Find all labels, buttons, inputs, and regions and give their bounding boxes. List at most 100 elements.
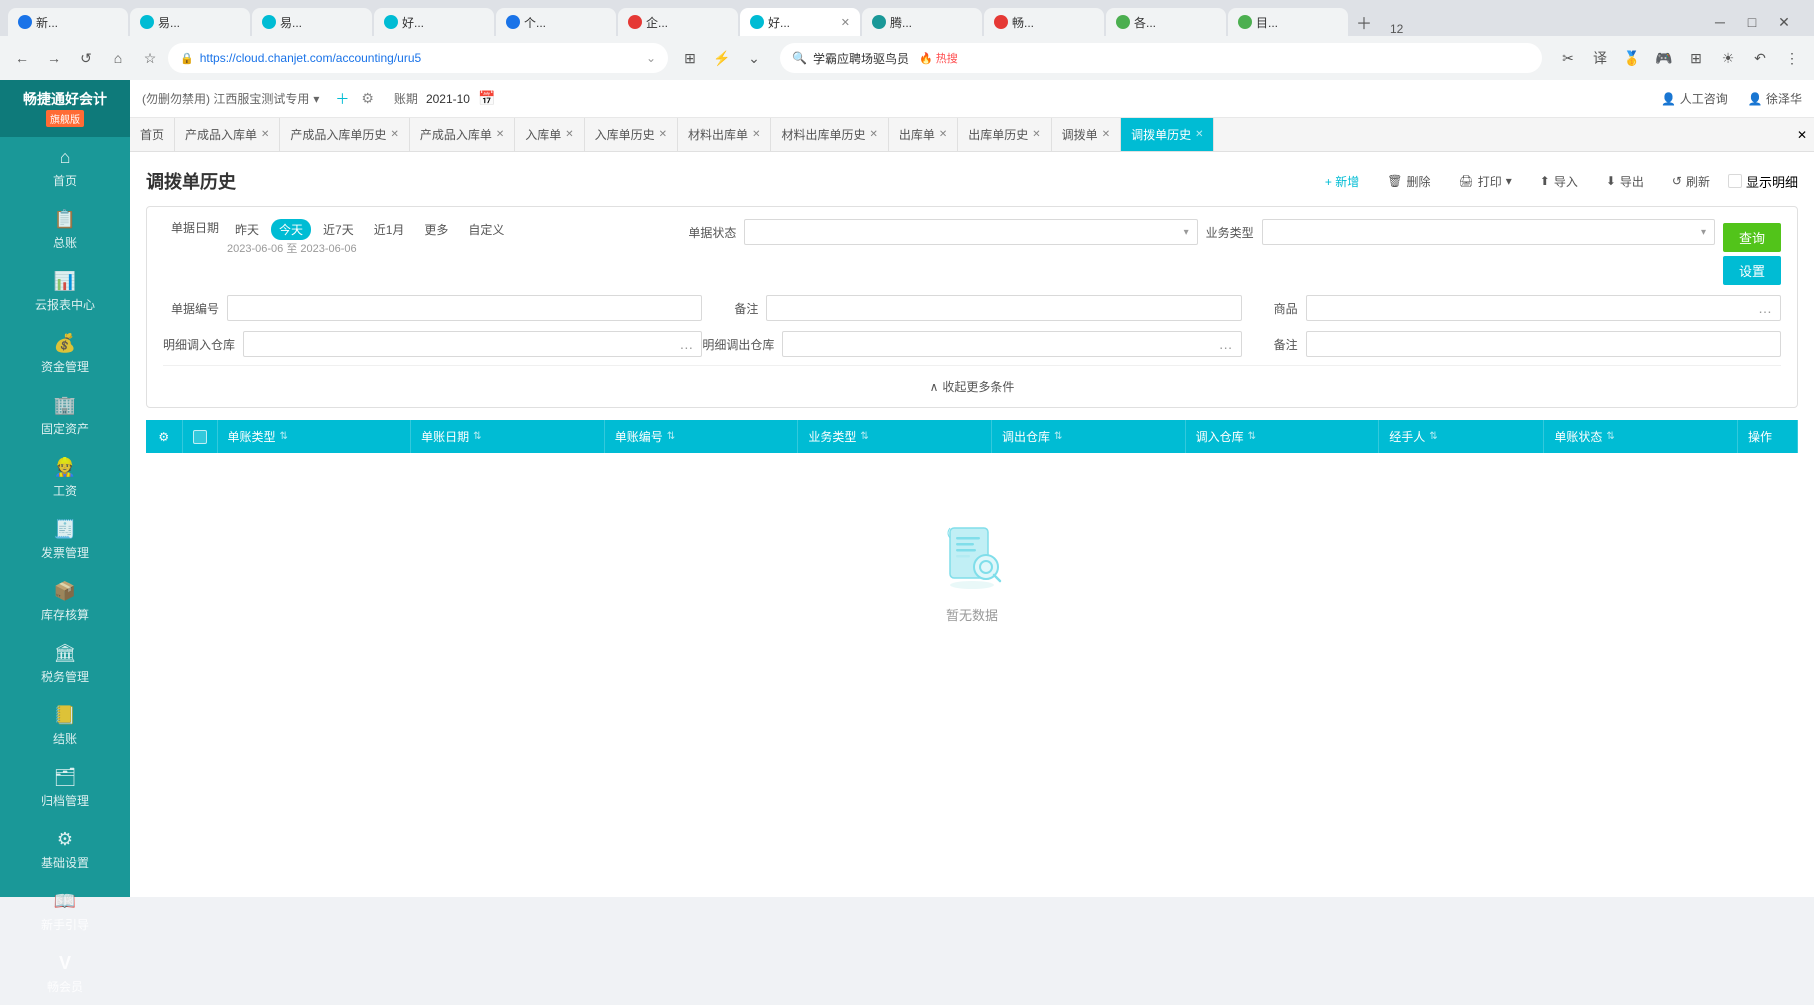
filter-remark-input[interactable] [766,295,1241,321]
filter-detail-in-select[interactable]: … [243,331,702,357]
browser-tab-2[interactable]: 易... [130,8,250,36]
forward-button[interactable]: → [40,44,68,72]
date-btn-today[interactable]: 今天 [271,219,311,240]
page-tab-3-close[interactable]: ✕ [496,129,504,140]
more-menu[interactable]: ⋮ [1778,44,1806,72]
sidebar-item-closing[interactable]: 📒 结账 [0,695,130,757]
home-button[interactable]: ⌂ [104,44,132,72]
sidebar-item-vip[interactable]: V 畅会员 [0,943,130,1005]
filter-detail-out-select[interactable]: … [782,331,1241,357]
filter-goods-select[interactable]: … [1306,295,1781,321]
sidebar-item-tax[interactable]: 🏛 税务管理 [0,633,130,695]
browser-tab-3[interactable]: 易... [252,8,372,36]
page-tab-10[interactable]: 调拨单 ✕ [1052,118,1121,152]
sidebar-item-report[interactable]: 📊 云报表中心 [0,261,130,323]
browser-tab-5[interactable]: 个... [496,8,616,36]
date-btn-more[interactable]: 更多 [416,219,456,240]
page-tab-6[interactable]: 材料出库单 ✕ [678,118,771,152]
filter-status-select[interactable]: ▾ [744,219,1197,245]
table-col-out-wh[interactable]: 调出仓库 ⇅ [992,420,1186,453]
setting-button[interactable]: 设置 [1723,256,1781,285]
sidebar-item-home[interactable]: ⌂ 首页 [0,137,130,199]
browser-tab-4[interactable]: 好... [374,8,494,36]
sidebar-item-invoice[interactable]: 🧾 发票管理 [0,509,130,571]
grid-icon[interactable]: ⊞ [1682,44,1710,72]
sidebar-item-ledger[interactable]: 📋 总账 [0,199,130,261]
address-bar[interactable]: 🔒 https://cloud.chanjet.com/accounting/u… [168,43,668,73]
browser-tab-1[interactable]: 新... [8,8,128,36]
filter-detail-remark-input[interactable] [1306,331,1781,357]
table-col-in-wh[interactable]: 调入仓库 ⇅ [1185,420,1379,453]
browser-tab-8[interactable]: 腾... [862,8,982,36]
add-company-btn[interactable]: ＋ [335,89,349,109]
minimize-button[interactable]: ─ [1706,8,1734,36]
browser-tab-6[interactable]: 企... [618,8,738,36]
browser-tab-9[interactable]: 畅... [984,8,1104,36]
table-col-handler[interactable]: 经手人 ⇅ [1379,420,1544,453]
search-button[interactable]: 查询 [1723,223,1781,252]
page-tab-4-close[interactable]: ✕ [565,129,573,140]
date-btn-custom[interactable]: 自定义 [460,219,512,240]
sidebar-item-guide[interactable]: 📖 新手引导 [0,881,130,943]
import-btn[interactable]: ⬆ 导入 [1530,169,1588,194]
back-button[interactable]: ← [8,44,36,72]
browser-tab-7[interactable]: 好... ✕ [740,8,860,36]
filter-biztype-select[interactable]: ▾ [1262,219,1715,245]
company-settings-btn[interactable]: ⚙ [361,90,374,107]
page-tab-9-close[interactable]: ✕ [1032,129,1040,140]
date-btn-yesterday[interactable]: 昨天 [227,219,267,240]
page-tab-11[interactable]: 调拨单历史 ✕ [1121,118,1214,152]
collapse-btn[interactable]: ∧ 收起更多条件 [163,372,1781,395]
browser-tab-10[interactable]: 各... [1106,8,1226,36]
page-tab-3[interactable]: 产成品入库单 ✕ [410,118,515,152]
table-check-th[interactable] [182,420,217,453]
user-avatar[interactable]: 👤 徐泽华 [1748,90,1802,107]
sidebar-item-inventory[interactable]: 📦 库存核算 [0,571,130,633]
display-toggle-checkbox[interactable] [1728,174,1742,188]
sidebar-item-payroll[interactable]: 👷 工资 [0,447,130,509]
sidebar-item-archive[interactable]: 🗂 归档管理 [0,757,130,819]
browser-tab-11[interactable]: 目... [1228,8,1348,36]
extension-icon-1[interactable]: ⊞ [676,44,704,72]
reload-button[interactable]: ↺ [72,44,100,72]
search-bar[interactable]: 🔍 学霸应聘场驱鸟员 🔥 热搜 [780,43,1542,73]
support-btn[interactable]: 👤 人工咨询 [1661,90,1727,107]
new-tab-button[interactable]: ＋ [1350,8,1378,36]
extension-icon-2[interactable]: ⚡ [708,44,736,72]
page-tab-7[interactable]: 材料出库单历史 ✕ [771,118,888,152]
page-tab-6-close[interactable]: ✕ [752,129,760,140]
close-all-tabs-btn[interactable]: ✕ [1790,123,1814,147]
refresh-btn[interactable]: ↺ 刷新 [1662,169,1720,194]
date-btn-1month[interactable]: 近1月 [366,219,413,240]
page-tab-4[interactable]: 入库单 ✕ [515,118,584,152]
new-btn[interactable]: + 新增 [1315,169,1369,194]
sidebar-item-asset[interactable]: 🏢 固定资产 [0,385,130,447]
tab-count-badge[interactable]: 12 [1382,22,1411,36]
page-tab-2[interactable]: 产成品入库单历史 ✕ [280,118,409,152]
table-gear-th[interactable]: ⚙ [146,420,182,453]
export-btn[interactable]: ⬇ 导出 [1596,169,1654,194]
delete-btn[interactable]: 🗑 删除 [1377,169,1440,194]
game-icon[interactable]: 🎮 [1650,44,1678,72]
calendar-icon[interactable]: 📅 [478,90,495,107]
scissors-icon[interactable]: ✂ [1554,44,1582,72]
page-tab-1[interactable]: 产成品入库单 ✕ [175,118,280,152]
page-tab-11-close[interactable]: ✕ [1195,129,1203,140]
bookmark-button[interactable]: ☆ [136,44,164,72]
page-tab-1-close[interactable]: ✕ [261,129,269,140]
table-col-no[interactable]: 单账编号 ⇅ [604,420,798,453]
close-window-button[interactable]: ✕ [1770,8,1798,36]
page-tab-9[interactable]: 出库单历史 ✕ [958,118,1051,152]
maximize-button[interactable]: □ [1738,8,1766,36]
address-dropdown[interactable]: ⌄ [740,44,768,72]
date-btn-7days[interactable]: 近7天 [315,219,362,240]
table-col-date[interactable]: 单账日期 ⇅ [411,420,605,453]
reward-icon[interactable]: 🥇 [1618,44,1646,72]
history-icon[interactable]: ↶ [1746,44,1774,72]
print-btn[interactable]: 🖨 打印 ▾ [1448,169,1521,194]
tab-close-7[interactable]: ✕ [841,16,850,29]
sidebar-item-fund[interactable]: 💰 资金管理 [0,323,130,385]
translate-icon[interactable]: 译 [1586,44,1614,72]
page-tab-5[interactable]: 入库单历史 ✕ [585,118,678,152]
page-tab-5-close[interactable]: ✕ [659,129,667,140]
